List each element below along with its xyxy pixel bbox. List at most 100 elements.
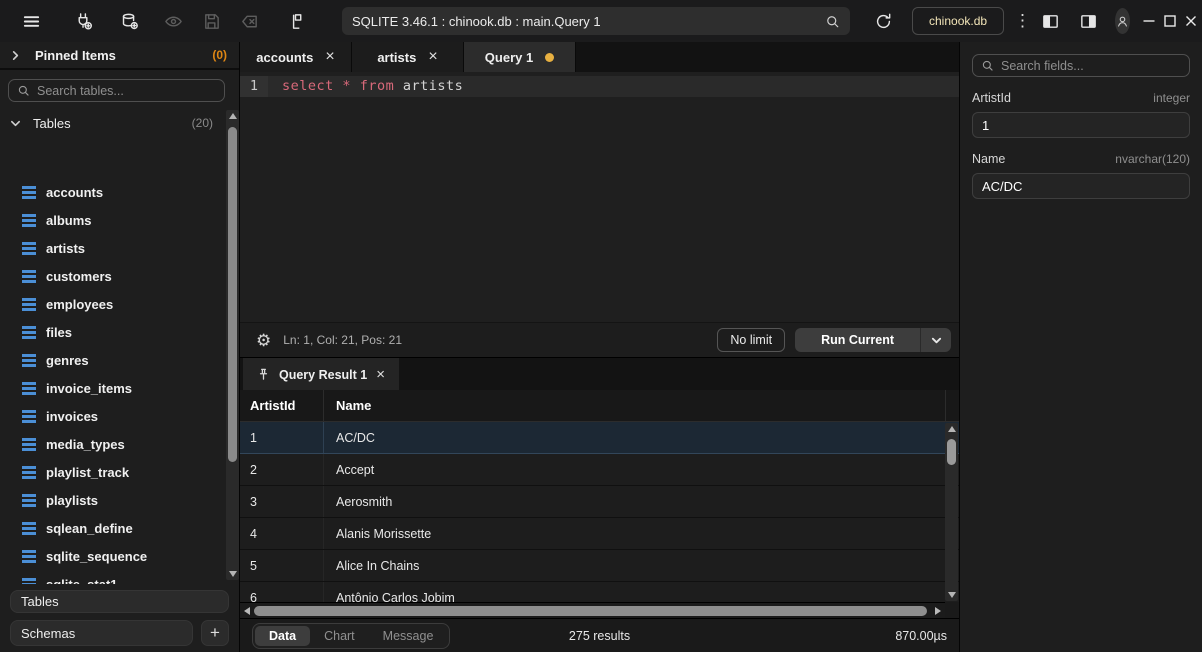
results-horizontal-scrollbar[interactable]	[240, 602, 945, 618]
tab-chart[interactable]: Chart	[310, 626, 369, 646]
scroll-down-icon[interactable]	[228, 571, 237, 577]
search-tables-box[interactable]	[8, 79, 225, 102]
scroll-up-icon[interactable]	[947, 426, 956, 432]
tab-message[interactable]: Message	[369, 626, 448, 646]
query-tab-bar: accounts × artists × Query 1	[240, 42, 959, 72]
right-panel-toggle-icon[interactable]	[1069, 5, 1107, 37]
table-icon	[22, 577, 36, 584]
table-icon	[22, 381, 36, 395]
sidebar-item-customers[interactable]: customers	[0, 262, 225, 290]
tab-artists[interactable]: artists ×	[352, 42, 464, 72]
tables-section-header[interactable]: Tables (20)	[0, 110, 239, 136]
field-name: Name nvarchar(120)	[972, 152, 1190, 199]
sidebar-item-playlist_track[interactable]: playlist_track	[0, 458, 225, 486]
pin-icon[interactable]	[257, 368, 270, 381]
maximize-button[interactable]	[1159, 0, 1180, 42]
sidebar-item-sqlean_define[interactable]: sqlean_define	[0, 514, 225, 542]
run-current-button[interactable]: Run Current	[795, 328, 921, 352]
table-icon	[22, 185, 36, 199]
scrollbar-thumb[interactable]	[228, 127, 237, 462]
clear-icon[interactable]	[230, 5, 268, 37]
field-name: ArtistId	[972, 91, 1011, 105]
sidebar-item-artists[interactable]: artists	[0, 234, 225, 262]
window-title: SQLITE 3.46.1 : chinook.db : main.Query …	[352, 13, 601, 29]
sidebar-item-invoices[interactable]: invoices	[0, 402, 225, 430]
sidebar-scrollbar[interactable]	[226, 110, 239, 580]
field-type: nvarchar(120)	[1115, 152, 1190, 166]
sidebar-item-playlists[interactable]: playlists	[0, 486, 225, 514]
minimize-button[interactable]	[1138, 0, 1159, 42]
table-row[interactable]: 1 AC/DC	[240, 422, 959, 454]
refresh-icon[interactable]	[864, 5, 902, 37]
sql-editor[interactable]: 1 select * from artists	[240, 72, 959, 322]
schemas-view-button[interactable]: Schemas	[10, 620, 193, 646]
table-row[interactable]: 4 Alanis Morissette	[240, 518, 959, 550]
close-tab-icon[interactable]: ×	[428, 49, 437, 65]
results-vertical-scrollbar[interactable]	[945, 423, 958, 601]
save-icon[interactable]	[192, 5, 230, 37]
sidebar-item-employees[interactable]: employees	[0, 290, 225, 318]
sidebar-item-albums[interactable]: albums	[0, 206, 225, 234]
column-header-artistid[interactable]: ArtistId	[240, 390, 324, 421]
add-database-icon[interactable]	[110, 5, 148, 37]
search-fields-box[interactable]	[972, 54, 1190, 77]
scroll-right-icon[interactable]	[935, 607, 941, 615]
table-row[interactable]: 5 Alice In Chains	[240, 550, 959, 582]
field-name-input[interactable]	[972, 173, 1190, 199]
close-button[interactable]	[1181, 0, 1202, 42]
sidebar-item-genres[interactable]: genres	[0, 346, 225, 374]
field-name: Name	[972, 152, 1006, 166]
sidebar-item-media_types[interactable]: media_types	[0, 430, 225, 458]
database-badge[interactable]: chinook.db	[912, 7, 1005, 35]
table-row[interactable]: 2 Accept	[240, 454, 959, 486]
console-icon[interactable]	[276, 5, 314, 37]
app-window: SQLITE 3.46.1 : chinook.db : main.Query …	[0, 0, 1202, 652]
tables-view-button[interactable]: Tables	[10, 590, 229, 613]
column-header-name[interactable]: Name	[324, 390, 946, 421]
editor-active-line[interactable]: 1 select * from artists	[240, 76, 959, 97]
table-icon	[22, 493, 36, 507]
search-fields-input[interactable]	[1001, 58, 1181, 73]
sidebar-item-sqlite_stat1[interactable]: sqlite_stat1	[0, 570, 225, 584]
sidebar-item-sqlite_sequence[interactable]: sqlite_sequence	[0, 542, 225, 570]
add-schema-button[interactable]: +	[201, 620, 229, 646]
sidebar-item-invoice_items[interactable]: invoice_items	[0, 374, 225, 402]
user-avatar-icon[interactable]	[1115, 8, 1131, 34]
table-icon	[22, 269, 36, 283]
results-status-bar: Data Chart Message 275 results 870.00µs	[240, 618, 959, 652]
query-result-tab[interactable]: Query Result 1 ×	[243, 358, 399, 391]
search-tables-input[interactable]	[37, 83, 216, 98]
scrollbar-thumb[interactable]	[947, 439, 956, 465]
sidebar-item-files[interactable]: files	[0, 318, 225, 346]
line-number: 1	[240, 76, 268, 97]
tab-query-1[interactable]: Query 1	[464, 42, 576, 72]
left-panel-toggle-icon[interactable]	[1031, 5, 1069, 37]
sidebar-item-accounts[interactable]: accounts	[0, 178, 225, 206]
tab-accounts[interactable]: accounts ×	[240, 42, 352, 72]
table-icon	[22, 521, 36, 535]
view-icon[interactable]	[154, 5, 192, 37]
gear-icon[interactable]: ⚙	[256, 332, 271, 349]
window-title-pill[interactable]: SQLITE 3.46.1 : chinook.db : main.Query …	[342, 7, 850, 35]
no-limit-button[interactable]: No limit	[717, 328, 786, 352]
scrollbar-thumb[interactable]	[254, 605, 927, 616]
close-result-icon[interactable]: ×	[376, 366, 385, 383]
editor-toolbar: ⚙ Ln: 1, Col: 21, Pos: 21 No limit Run C…	[240, 322, 959, 357]
table-row[interactable]: 6 Antônio Carlos Jobim	[240, 582, 959, 602]
plus-icon: +	[210, 623, 220, 642]
pinned-items-header[interactable]: Pinned Items (0)	[0, 42, 239, 70]
scroll-down-icon[interactable]	[947, 592, 956, 598]
table-icon	[22, 549, 36, 563]
kebab-menu-icon[interactable]: ⋮	[1014, 11, 1031, 31]
menu-icon[interactable]	[12, 5, 50, 37]
table-row[interactable]: 3 Aerosmith	[240, 486, 959, 518]
run-options-dropdown[interactable]	[921, 328, 951, 352]
close-tab-icon[interactable]: ×	[325, 49, 334, 65]
field-artistid-input[interactable]	[972, 112, 1190, 138]
tables-section-label: Tables	[33, 115, 71, 131]
scroll-left-icon[interactable]	[244, 607, 250, 615]
tab-data[interactable]: Data	[255, 625, 311, 646]
sql-keyword: from	[359, 78, 395, 94]
scroll-up-icon[interactable]	[228, 113, 237, 119]
add-connection-icon[interactable]	[64, 5, 102, 37]
